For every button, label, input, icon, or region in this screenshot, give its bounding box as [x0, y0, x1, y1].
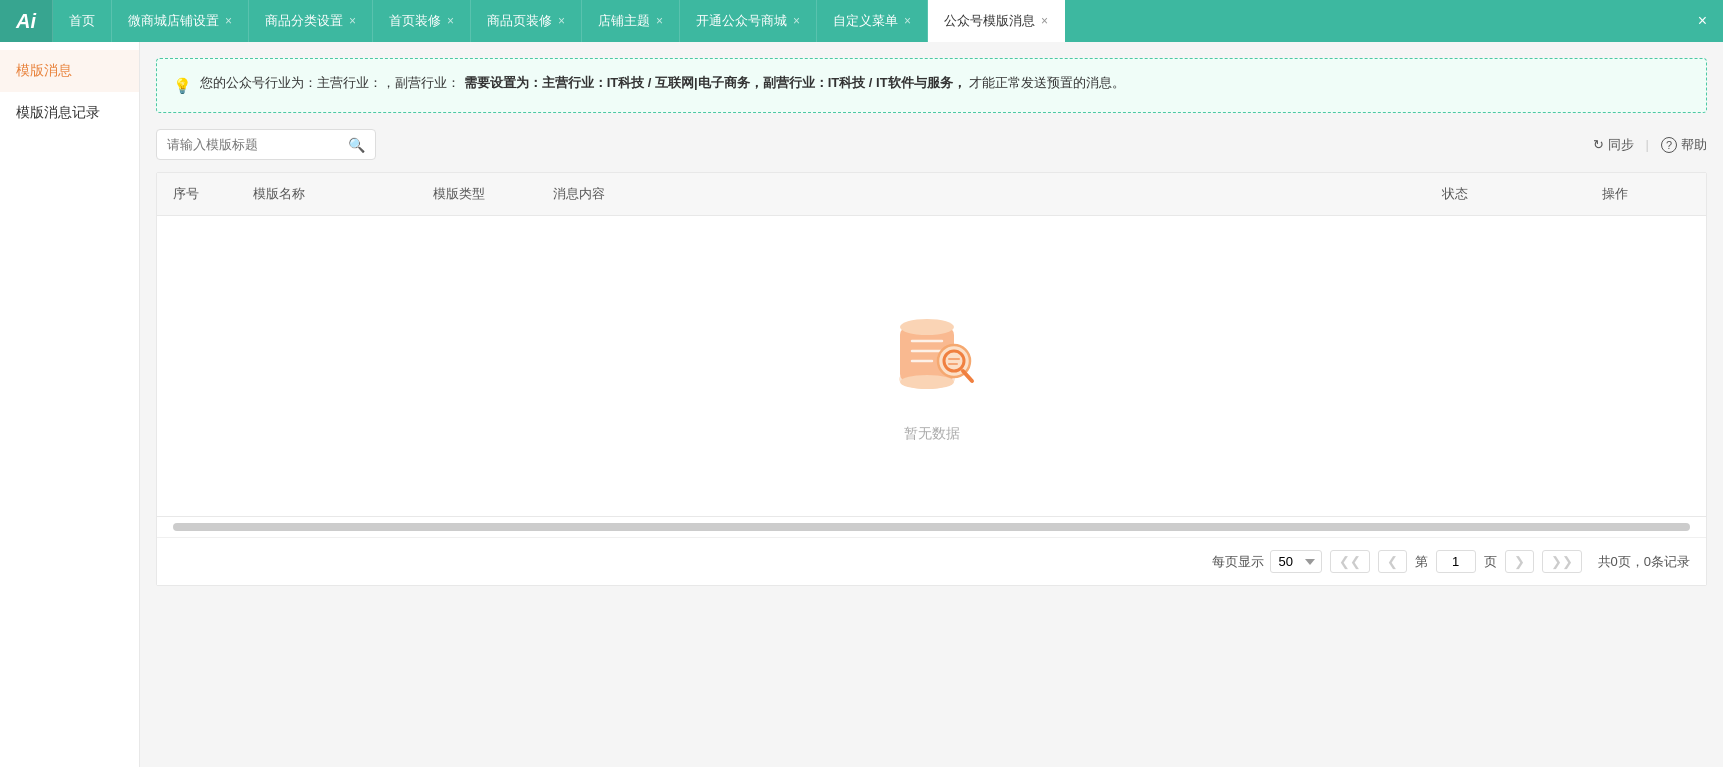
- sidebar-label-template-log: 模版消息记录: [16, 104, 100, 120]
- notice-box: 💡 您的公众号行业为：主营行业：，副营行业： 需要设置为：主营行业：IT科技 /…: [156, 58, 1707, 113]
- help-label: 帮助: [1681, 136, 1707, 154]
- svg-point-2: [900, 319, 954, 335]
- help-icon: ?: [1661, 137, 1677, 153]
- sync-label: 同步: [1608, 136, 1634, 154]
- table-header: 序号 模版名称 模版类型 消息内容 状态 操作: [157, 173, 1706, 216]
- nav-item-shop-setting[interactable]: 微商城店铺设置 ×: [112, 0, 249, 42]
- sync-icon: ↻: [1593, 137, 1604, 152]
- nav-label-custom-menu: 自定义菜单: [833, 12, 898, 30]
- nav-item-home-decorate[interactable]: 首页装修 ×: [373, 0, 471, 42]
- sidebar-item-template-log[interactable]: 模版消息记录: [0, 92, 139, 134]
- sidebar: 模版消息 模版消息记录: [0, 42, 140, 767]
- page-size-dropdown[interactable]: 50 10 20 100: [1270, 550, 1322, 573]
- sidebar-item-template[interactable]: 模版消息: [0, 50, 139, 92]
- nav-logo[interactable]: Ai: [0, 0, 53, 42]
- nav-item-product-decorate[interactable]: 商品页装修 ×: [471, 0, 582, 42]
- svg-line-9: [963, 371, 972, 381]
- close-icon-shop-setting[interactable]: ×: [225, 14, 232, 28]
- toolbar-right: ↻ 同步 | ? 帮助: [1593, 136, 1707, 154]
- total-text: 共0页，0条记录: [1598, 553, 1690, 571]
- empty-illustration: [872, 289, 992, 409]
- scrollbar-area[interactable]: [157, 516, 1706, 537]
- nav-item-shop-theme[interactable]: 店铺主题 ×: [582, 0, 680, 42]
- nav-label-shop-setting: 微商城店铺设置: [128, 12, 219, 30]
- data-table: 序号 模版名称 模版类型 消息内容 状态 操作: [156, 172, 1707, 586]
- col-header-2: 模版类型: [417, 173, 537, 215]
- close-icon-custom-menu[interactable]: ×: [904, 14, 911, 28]
- content-area: 💡 您的公众号行业为：主营行业：，副营行业： 需要设置为：主营行业：IT科技 /…: [140, 42, 1723, 767]
- nav-label-category: 商品分类设置: [265, 12, 343, 30]
- search-wrapper: 🔍: [156, 129, 376, 160]
- nav-item-custom-menu[interactable]: 自定义菜单 ×: [817, 0, 928, 42]
- close-icon-open-mall[interactable]: ×: [793, 14, 800, 28]
- help-button[interactable]: ? 帮助: [1661, 136, 1707, 154]
- nav-item-open-mall[interactable]: 开通公众号商城 ×: [680, 0, 817, 42]
- col-header-4: 状态: [1426, 173, 1586, 215]
- close-icon-home-decorate[interactable]: ×: [447, 14, 454, 28]
- page-size-label: 每页显示: [1212, 553, 1264, 571]
- page-number-input[interactable]: [1436, 550, 1476, 573]
- close-icon-product-decorate[interactable]: ×: [558, 14, 565, 28]
- empty-text: 暂无数据: [904, 425, 960, 443]
- top-nav: Ai 首页 微商城店铺设置 × 商品分类设置 × 首页装修 × 商品页装修 × …: [0, 0, 1723, 42]
- toolbar: 🔍 ↻ 同步 | ? 帮助: [156, 129, 1707, 160]
- search-input[interactable]: [167, 130, 348, 159]
- table-body: 暂无数据: [157, 216, 1706, 516]
- last-page-button[interactable]: ❯❯: [1542, 550, 1582, 573]
- notice-highlight: 需要设置为：主营行业：IT科技 / 互联网|电子商务，副营行业：IT科技 / I…: [464, 75, 966, 90]
- page-suffix: 页: [1484, 553, 1497, 571]
- logo-text: Ai: [16, 10, 36, 33]
- nav-item-category[interactable]: 商品分类设置 ×: [249, 0, 373, 42]
- sidebar-label-template: 模版消息: [16, 62, 72, 78]
- sync-button[interactable]: ↻ 同步: [1593, 136, 1634, 154]
- nav-label-home: 首页: [69, 12, 95, 30]
- search-button[interactable]: 🔍: [348, 137, 365, 153]
- notice-text: 您的公众号行业为：主营行业：，副营行业： 需要设置为：主营行业：IT科技 / 互…: [200, 73, 1125, 94]
- nav-item-home[interactable]: 首页: [53, 0, 112, 42]
- svg-point-3: [900, 375, 954, 389]
- next-page-button[interactable]: ❯: [1505, 550, 1534, 573]
- scroll-track[interactable]: [173, 523, 1690, 531]
- main-layout: 模版消息 模版消息记录 💡 您的公众号行业为：主营行业：，副营行业： 需要设置为…: [0, 42, 1723, 767]
- col-header-3: 消息内容: [537, 173, 1426, 215]
- close-icon-template-msg[interactable]: ×: [1041, 14, 1048, 28]
- page-label: 第: [1415, 553, 1428, 571]
- global-close-button[interactable]: ×: [1682, 0, 1723, 42]
- bulb-icon: 💡: [173, 74, 192, 98]
- pagination: 每页显示 50 10 20 100 ❮❮ ❮ 第 页 ❯ ❯❯ 共0页，0条记录: [157, 537, 1706, 585]
- nav-item-template-msg[interactable]: 公众号模版消息 ×: [928, 0, 1065, 42]
- nav-label-template-msg: 公众号模版消息: [944, 12, 1035, 30]
- close-icon-category[interactable]: ×: [349, 14, 356, 28]
- close-icon-shop-theme[interactable]: ×: [656, 14, 663, 28]
- nav-label-shop-theme: 店铺主题: [598, 12, 650, 30]
- first-page-button[interactable]: ❮❮: [1330, 550, 1370, 573]
- col-header-5: 操作: [1586, 173, 1706, 215]
- prev-page-button[interactable]: ❮: [1378, 550, 1407, 573]
- nav-label-home-decorate: 首页装修: [389, 12, 441, 30]
- nav-label-product-decorate: 商品页装修: [487, 12, 552, 30]
- col-header-0: 序号: [157, 173, 237, 215]
- nav-label-open-mall: 开通公众号商城: [696, 12, 787, 30]
- toolbar-divider: |: [1646, 137, 1649, 152]
- col-header-1: 模版名称: [237, 173, 417, 215]
- page-size-select: 每页显示 50 10 20 100: [1212, 550, 1322, 573]
